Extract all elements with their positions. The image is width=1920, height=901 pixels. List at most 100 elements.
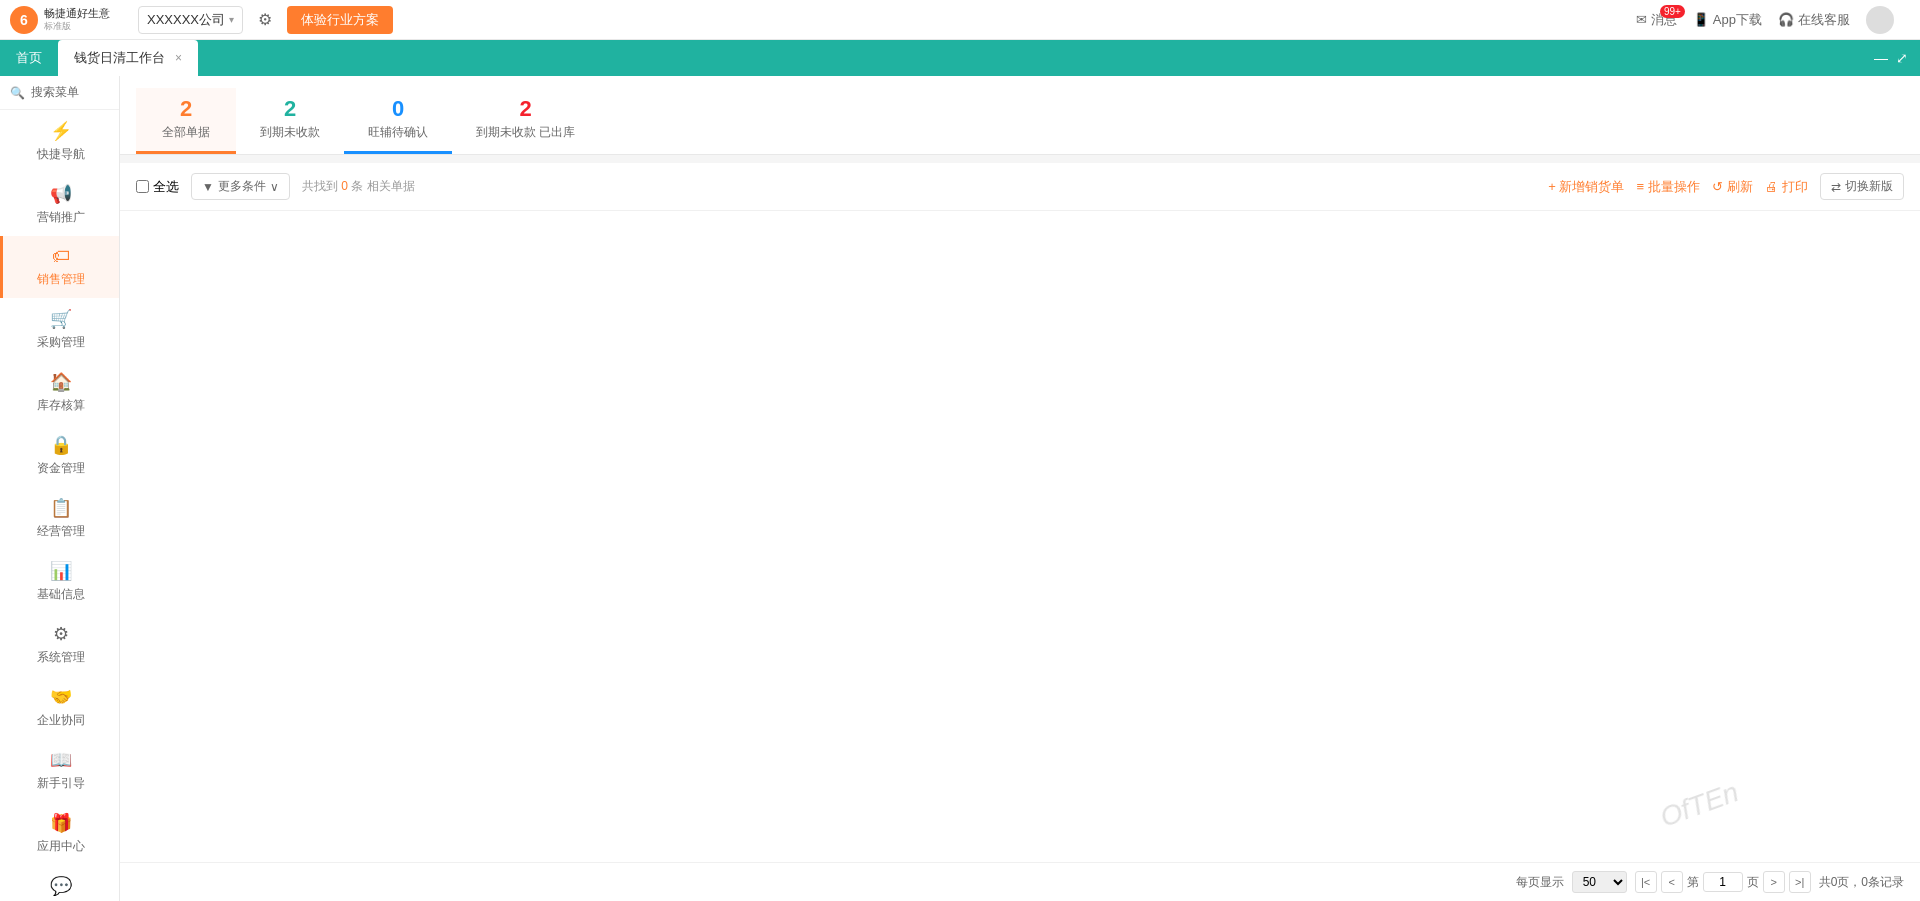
sidebar-item-system[interactable]: ⚙ 系统管理	[0, 613, 119, 676]
toolbar-right: + 新增销货单 ≡ 批量操作 ↺ 刷新 🖨 打印 ⇄ 切换新版	[1548, 173, 1904, 200]
settings-icon[interactable]: ⚙	[251, 6, 279, 34]
home-tab-label: 首页	[16, 49, 42, 67]
print-icon: 🖨	[1765, 179, 1778, 194]
search-menu-label: 搜索菜单	[31, 84, 79, 101]
add-order-button[interactable]: + 新增销货单	[1548, 178, 1624, 196]
message-button[interactable]: ✉ 消息 99+	[1636, 11, 1677, 29]
page-navigation: |< < 第 页 > >|	[1635, 871, 1811, 893]
switch-version-button[interactable]: ⇄ 切换新版	[1820, 173, 1904, 200]
sidebar-item-inventory[interactable]: 🏠 库存核算	[0, 361, 119, 424]
header-left: 6 畅捷通好生意 标准版 XXXXXX公司 ▾ ⚙ 体验行业方案	[10, 6, 393, 34]
app-download-label: App下载	[1713, 11, 1762, 29]
sidebar-item-app-center[interactable]: 🎁 应用中心	[0, 802, 119, 865]
purchase-icon: 🛒	[50, 308, 72, 330]
online-service-button[interactable]: 🎧 在线客服	[1778, 11, 1850, 29]
stat-tab-unshipped[interactable]: 2 到期未收款 已出库	[452, 88, 599, 154]
marketing-label: 营销推广	[37, 209, 85, 226]
print-label: 打印	[1782, 178, 1808, 196]
per-page-label: 每页显示	[1516, 874, 1564, 891]
last-page-button[interactable]: >|	[1789, 871, 1811, 893]
unshipped-count: 2	[520, 96, 532, 122]
overdue-count: 2	[284, 96, 296, 122]
refresh-label: 刷新	[1727, 178, 1753, 196]
wechat-icon: 💬	[50, 875, 72, 897]
sidebar-item-beginner[interactable]: 📖 新手引导	[0, 739, 119, 802]
print-button[interactable]: 🖨 打印	[1765, 178, 1808, 196]
found-unit: 条	[351, 179, 363, 193]
experience-button[interactable]: 体验行业方案	[287, 6, 393, 34]
next-page-button[interactable]: >	[1763, 871, 1785, 893]
batch-button[interactable]: ≡ 批量操作	[1636, 178, 1700, 196]
sidebar-item-quick-nav[interactable]: ⚡ 快捷导航	[0, 110, 119, 173]
quick-nav-label: 快捷导航	[37, 146, 85, 163]
toolbar-left: 全选 ▼ 更多条件 ∨ 共找到 0 条 相关单据	[136, 173, 415, 200]
sidebar-item-purchase[interactable]: 🛒 采购管理	[0, 298, 119, 361]
app-download-button[interactable]: 📱 App下载	[1693, 11, 1762, 29]
search-icon: 🔍	[10, 86, 25, 100]
tab-bar-actions: — ⤢	[1874, 50, 1920, 66]
first-page-button[interactable]: |<	[1635, 871, 1657, 893]
sidebar-item-sales[interactable]: 🏷 销售管理	[0, 236, 119, 298]
stat-tab-wangwang[interactable]: 0 旺辅待确认	[344, 88, 452, 154]
stat-tab-all[interactable]: 2 全部单据	[136, 88, 236, 154]
marketing-icon: 📢	[50, 183, 72, 205]
sidebar-item-marketing[interactable]: 📢 营销推广	[0, 173, 119, 236]
sidebar-item-operations[interactable]: 📋 经营管理	[0, 487, 119, 550]
tab-close-icon[interactable]: ×	[175, 51, 182, 65]
table-area	[120, 211, 1920, 862]
per-page-select[interactable]: 50 100 200	[1572, 871, 1627, 893]
tab-active[interactable]: 钱货日清工作台 ×	[58, 40, 198, 76]
select-all-input[interactable]	[136, 180, 149, 193]
logo-text: 畅捷通好生意	[44, 6, 110, 20]
switch-icon: ⇄	[1831, 180, 1841, 194]
company-selector[interactable]: XXXXXX公司 ▾	[138, 6, 243, 34]
stat-tab-overdue[interactable]: 2 到期未收款	[236, 88, 344, 154]
top-header: 6 畅捷通好生意 标准版 XXXXXX公司 ▾ ⚙ 体验行业方案 ✉ 消息 99…	[0, 0, 1920, 40]
system-icon: ⚙	[53, 623, 69, 645]
tab-home[interactable]: 首页	[0, 40, 58, 76]
headset-icon: 🎧	[1778, 12, 1794, 27]
avatar[interactable]	[1866, 6, 1894, 34]
filter-label: 更多条件	[218, 178, 266, 195]
sidebar: 🔍 搜索菜单 ⚡ 快捷导航 📢 营销推广 🏷 销售管理 🛒 采购管理 🏠 库存核…	[0, 76, 120, 901]
select-all-label: 全选	[153, 178, 179, 196]
basic-icon: 📊	[50, 560, 72, 582]
logo-area: 6 畅捷通好生意 标准版	[10, 6, 130, 34]
finance-icon: 🔒	[50, 434, 72, 456]
filter-chevron-icon: ∨	[270, 180, 279, 194]
tab-bar: 首页 钱货日清工作台 × — ⤢	[0, 40, 1920, 76]
sidebar-item-enterprise[interactable]: 🤝 企业协同	[0, 676, 119, 739]
batch-icon: ≡	[1636, 179, 1644, 194]
page-prefix: 第	[1687, 874, 1699, 891]
logo-badge: 标准版	[44, 20, 110, 33]
enterprise-icon: 🤝	[50, 686, 72, 708]
toolbar: 全选 ▼ 更多条件 ∨ 共找到 0 条 相关单据 + 新增销货单	[120, 163, 1920, 211]
found-suffix: 相关单据	[367, 179, 415, 193]
found-prefix: 共找到	[302, 179, 338, 193]
pagination: 每页显示 50 100 200 |< < 第 页 > >| 共0页，0条记录	[120, 862, 1920, 901]
beginner-icon: 📖	[50, 749, 72, 771]
header-right: ✉ 消息 99+ 📱 App下载 🎧 在线客服	[1636, 6, 1910, 34]
sidebar-item-wechat[interactable]: 💬 企业微信	[0, 865, 119, 901]
found-text: 共找到 0 条 相关单据	[302, 178, 415, 195]
operations-label: 经营管理	[37, 523, 85, 540]
system-label: 系统管理	[37, 649, 85, 666]
sales-icon: 🏷	[52, 246, 70, 267]
app-download-icon: 📱	[1693, 12, 1709, 27]
sidebar-item-basic[interactable]: 📊 基础信息	[0, 550, 119, 613]
current-page-input[interactable]	[1703, 872, 1743, 892]
content-area: 2 全部单据 2 到期未收款 0 旺辅待确认 2 到期未收款 已出库 全选	[120, 76, 1920, 901]
refresh-button[interactable]: ↺ 刷新	[1712, 178, 1753, 196]
sidebar-item-finance[interactable]: 🔒 资金管理	[0, 424, 119, 487]
prev-page-button[interactable]: <	[1661, 871, 1683, 893]
found-count: 0	[341, 179, 348, 193]
select-all-checkbox[interactable]: 全选	[136, 178, 179, 196]
sidebar-search[interactable]: 🔍 搜索菜单	[0, 76, 119, 110]
tab-minimize-icon[interactable]: —	[1874, 50, 1888, 66]
tab-maximize-icon[interactable]: ⤢	[1896, 50, 1908, 66]
refresh-icon: ↺	[1712, 179, 1723, 194]
quick-nav-icon: ⚡	[50, 120, 72, 142]
company-name: XXXXXX公司	[147, 11, 225, 29]
filter-button[interactable]: ▼ 更多条件 ∨	[191, 173, 290, 200]
total-records-label: 共0页，0条记录	[1819, 874, 1904, 891]
